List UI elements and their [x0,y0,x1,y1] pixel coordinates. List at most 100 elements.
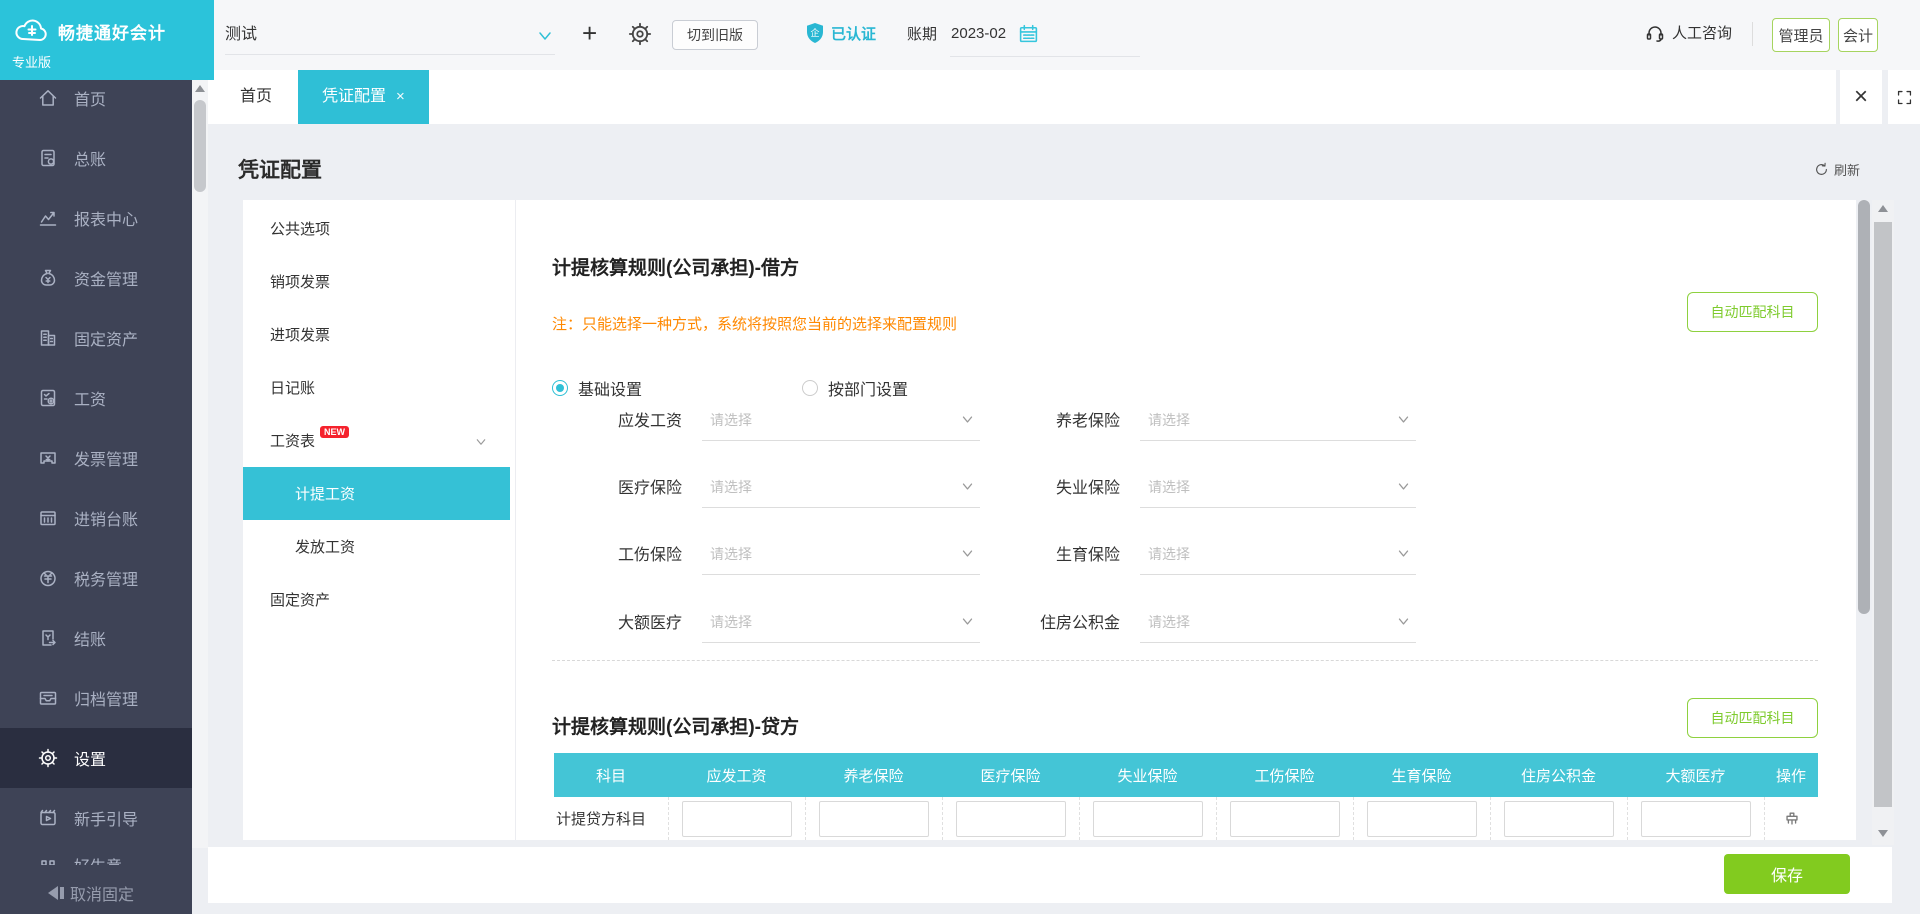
account-input[interactable] [682,800,792,837]
topbar-divider [1752,22,1753,46]
sidebar-item-funds[interactable]: 资金管理 [0,248,192,308]
sidebar-item-partial[interactable]: 好生意 [0,845,192,865]
closing-icon [42,630,56,646]
chevron-down-icon [961,413,974,431]
account-input[interactable] [1230,800,1340,837]
sidebar-item-beginner-guide[interactable]: 新手引导 [0,788,192,848]
salary-icon [40,389,56,407]
tax-icon [40,570,56,587]
period-value: 2023-02 [951,25,1007,42]
unpin-icon [48,886,58,900]
sidebar-item-settings[interactable]: 设置 [0,728,192,788]
row-action-cell[interactable] [1764,797,1818,840]
account-input[interactable] [956,800,1066,837]
clear-brush-icon [1785,811,1798,825]
scroll-down-icon[interactable] [1878,830,1888,837]
tab-home[interactable]: 首页 [214,70,298,124]
invoice-icon [40,452,56,464]
panel-scrollbar-thumb[interactable] [1858,200,1870,614]
role-badge-admin[interactable]: 管理员 [1772,18,1830,52]
account-input[interactable] [1641,800,1751,837]
sidebar-item-salary[interactable]: 工资 [0,368,192,428]
tab-close-icon[interactable]: × [396,70,405,124]
field-label: 医疗保险 [617,480,682,497]
sidebar-item-trade-ledger[interactable]: 进销台账 [0,488,192,548]
switch-old-version-button[interactable]: 切到旧版 [672,20,758,50]
field-label: 住房公积金 [1039,615,1120,632]
sidebar-item-invoice[interactable]: 发票管理 [0,428,192,488]
select-supplementary-medical[interactable]: 请选择 [702,599,980,643]
submenu-item-fixed-assets[interactable]: 固定资产 [243,573,515,626]
unpin-sidebar-button[interactable]: 取消固定 [0,875,192,911]
chevron-down-icon [475,435,487,452]
account-set-underline [225,54,555,55]
field-label: 工伤保险 [617,547,682,564]
sidebar-item-tax[interactable]: 税务管理 [0,548,192,608]
sidebar-item-general-ledger[interactable]: 总账 [0,128,192,188]
report-icon [39,211,57,226]
sidebar-item-closing[interactable]: 结账 [0,608,192,668]
select-unemployment-insurance[interactable]: 请选择 [1140,464,1416,508]
calendar-icon [1019,24,1038,43]
select-housing-fund[interactable]: 请选择 [1140,599,1416,643]
support-link[interactable]: 人工咨询 [1645,22,1732,43]
submenu-item-common-options[interactable]: 公共选项 [243,202,515,255]
accounting-period[interactable]: 账期 2023-02 [907,23,1039,44]
tab-voucher-config[interactable]: 凭证配置 × [298,70,429,124]
cloud-logo-icon [15,19,47,41]
account-input[interactable] [1504,800,1614,837]
account-set-name: 测试 [225,26,258,43]
account-input[interactable] [1367,800,1477,837]
support-label: 人工咨询 [1672,25,1733,42]
save-button[interactable]: 保存 [1724,854,1850,894]
config-submenu: 公共选项 销项发票 进项发票 日记账 工资表 NEW 计提工资 发放工资 固定资… [243,200,516,840]
table-row: 计提贷方科目 [554,797,1818,840]
field-label: 生育保险 [1055,547,1120,564]
sidebar-scrollbar[interactable] [192,80,208,848]
auto-match-button-credit[interactable]: 自动匹配科目 [1687,698,1818,738]
scroll-up-icon[interactable] [195,85,205,92]
add-icon[interactable]: + [582,17,597,49]
trade-ledger-icon [40,511,56,526]
certified-status[interactable]: 企 已认证 [805,22,876,44]
radio-icon [802,380,819,396]
submenu-item-salary-sheet[interactable]: 工资表 NEW [243,414,515,467]
window-scrollbar[interactable] [1872,200,1894,845]
submenu-item-sales-invoice[interactable]: 销项发票 [243,255,515,308]
archive-icon [39,691,57,705]
submenu-item-accrue-salary[interactable]: 计提工资 [243,467,510,520]
tab-bar: 首页 凭证配置 × [208,70,1836,124]
account-input[interactable] [1093,800,1203,837]
sidebar-nav: 首页 总账 报表中心 资金管理 固定资产 工资 发票管理 进销台账 税务管理 结… [0,80,192,914]
chevron-down-icon [961,480,974,498]
account-input[interactable] [819,800,929,837]
field-label: 应发工资 [617,413,682,430]
submenu-item-pay-salary[interactable]: 发放工资 [243,520,515,573]
sidebar-item-archive[interactable]: 归档管理 [0,668,192,728]
account-set-selector[interactable]: 测试 [225,20,555,55]
accrual-rules-form: 计提核算规则(公司承担)-借方 注：只能选择一种方式，系统将按照您当前的选择来配… [516,200,1856,840]
window-scrollbar-thumb[interactable] [1874,222,1892,807]
fullscreen-icon [1897,90,1911,104]
select-maternity-insurance[interactable]: 请选择 [1140,531,1416,575]
submenu-item-purchase-invoice[interactable]: 进项发票 [243,308,515,361]
select-injury-insurance[interactable]: 请选择 [702,531,980,575]
gear-icon[interactable] [628,22,652,46]
select-payable-salary[interactable]: 请选择 [702,397,980,441]
voucher-config-panel: 公共选项 销项发票 进项发票 日记账 工资表 NEW 计提工资 发放工资 固定资… [243,200,1856,840]
auto-match-button-debit[interactable]: 自动匹配科目 [1687,292,1818,332]
close-button[interactable]: × [1840,70,1882,124]
credit-rules-table: 科目 应发工资 养老保险 医疗保险 失业保险 工伤保险 生育保险 住房公积金 大… [554,753,1818,840]
scroll-up-icon[interactable] [1878,205,1888,212]
fixed-asset-icon [40,330,56,346]
fullscreen-button[interactable] [1888,70,1920,124]
refresh-button[interactable]: 刷新 [1814,160,1860,179]
sidebar-item-fixed-assets[interactable]: 固定资产 [0,308,192,368]
sidebar-item-report-center[interactable]: 报表中心 [0,188,192,248]
submenu-item-journal[interactable]: 日记账 [243,361,515,414]
sidebar-scrollbar-thumb[interactable] [194,100,206,192]
select-pension-insurance[interactable]: 请选择 [1140,397,1416,441]
funds-icon [40,269,56,286]
role-badge-accountant[interactable]: 会计 [1838,18,1878,52]
select-medical-insurance[interactable]: 请选择 [702,464,980,508]
